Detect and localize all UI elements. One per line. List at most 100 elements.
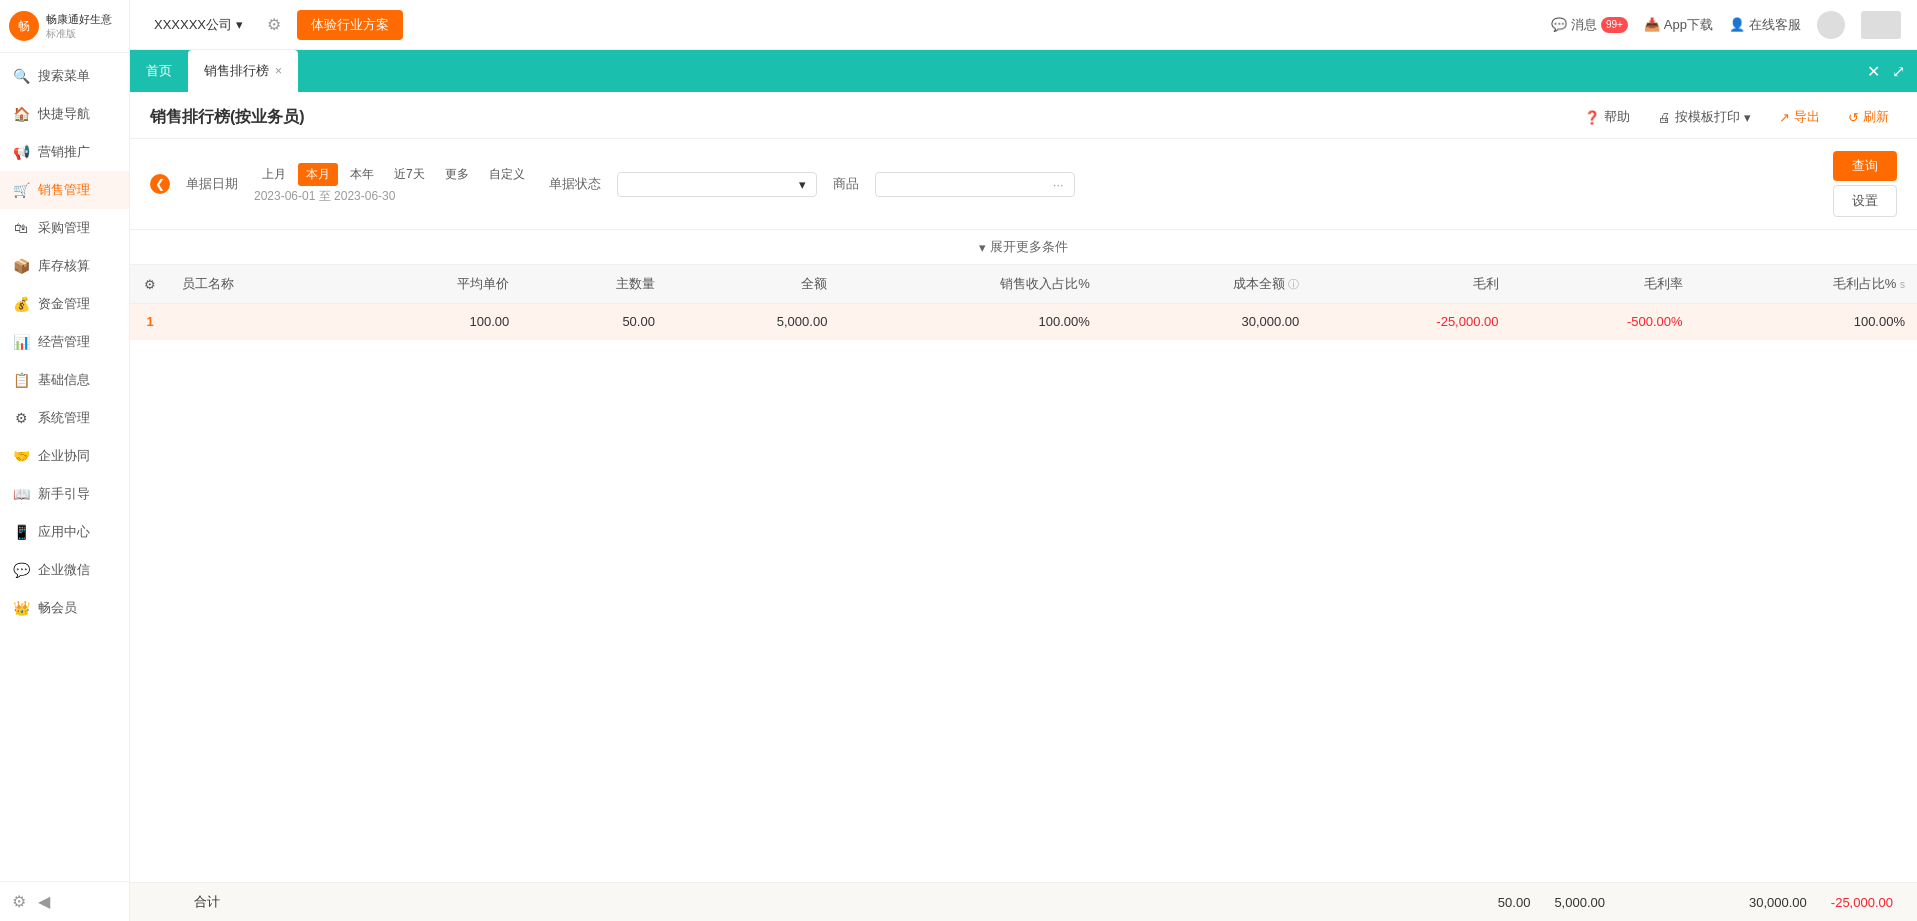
sidebar-item-search[interactable]: 🔍 搜索菜单 (0, 57, 129, 95)
sidebar-item-appstore[interactable]: 📱 应用中心 (0, 513, 129, 551)
app-name: 畅康通好生意 (46, 12, 112, 26)
download-icon: 📥 (1644, 17, 1660, 32)
system-icon: ⚙ (12, 409, 30, 427)
cost-info-icon[interactable]: ⓘ (1288, 278, 1299, 290)
sidebar-item-guide[interactable]: 📖 新手引导 (0, 475, 129, 513)
company-selector[interactable]: XXXXXX公司 ▾ (146, 12, 251, 38)
date-tabs: 上月 本月 本年 近7天 更多 自定义 (254, 163, 533, 186)
cell-name (170, 304, 346, 340)
footer-amount: 5,000.00 (1542, 895, 1617, 910)
tab-close-icon[interactable]: × (275, 64, 282, 78)
tab-home[interactable]: 首页 (130, 50, 188, 92)
sales-icon: 🛒 (12, 181, 30, 199)
date-tab-more[interactable]: 更多 (437, 163, 477, 186)
expand-icon: ▾ (979, 240, 986, 255)
help-icon: ❓ (1584, 110, 1600, 125)
purchase-icon: 🛍 (12, 219, 30, 237)
sidebar-item-system[interactable]: ⚙ 系统管理 (0, 399, 129, 437)
col-gross-rate: 毛利率 (1511, 265, 1695, 304)
sidebar-item-label: 资金管理 (38, 295, 90, 313)
export-label: 导出 (1794, 108, 1820, 126)
cell-avg-price: 100.00 (346, 304, 522, 340)
gross-pct-sup: s (1900, 279, 1905, 290)
data-table: ⚙ 员工名称 平均单价 主数量 (130, 265, 1917, 340)
sidebar-item-marketing[interactable]: 📢 营销推广 (0, 133, 129, 171)
online-service-btn[interactable]: 👤 在线客服 (1729, 16, 1801, 34)
sidebar-item-member[interactable]: 👑 畅会员 (0, 589, 129, 627)
goods-input[interactable]: ··· (875, 172, 1075, 197)
trial-button[interactable]: 体验行业方案 (297, 10, 403, 40)
sidebar: 畅 畅康通好生意 标准版 🔍 搜索菜单 🏠 快捷导航 📢 营销推广 🛒 销售管理… (0, 0, 130, 921)
app-download-btn[interactable]: 📥 App下载 (1644, 16, 1713, 34)
avatar[interactable] (1817, 11, 1845, 39)
header-right: 💬 消息 99+ 📥 App下载 👤 在线客服 (1551, 11, 1901, 39)
chevron-down-icon: ▾ (236, 17, 243, 32)
sidebar-item-finance[interactable]: 💰 资金管理 (0, 285, 129, 323)
footer-total-label: 合计 (182, 893, 232, 911)
goods-filter-label: 商品 (833, 175, 859, 193)
marketing-icon: 📢 (12, 143, 30, 161)
appstore-icon: 📱 (12, 523, 30, 541)
table-header-row: ⚙ 员工名称 平均单价 主数量 (130, 265, 1917, 304)
tab-minimize-icon[interactable]: ✕ (1863, 58, 1884, 85)
tab-sales-label: 销售排行榜 (204, 62, 269, 80)
tab-expand-icon[interactable]: ⤢ (1888, 58, 1909, 85)
refresh-btn[interactable]: ↺ 刷新 (1840, 104, 1897, 130)
service-icon: 👤 (1729, 17, 1745, 32)
query-button[interactable]: 查询 (1833, 151, 1897, 181)
date-tab-this-year[interactable]: 本年 (342, 163, 382, 186)
page-actions: ❓ 帮助 🖨 按模板打印 ▾ ↗ 导出 ↺ 刷新 (1576, 104, 1897, 130)
date-tab-this-month[interactable]: 本月 (298, 163, 338, 186)
sidebar-item-label: 畅会员 (38, 599, 77, 617)
date-filter-label: 单据日期 (186, 175, 238, 193)
sidebar-item-shortcut[interactable]: 🏠 快捷导航 (0, 95, 129, 133)
date-tab-custom[interactable]: 自定义 (481, 163, 533, 186)
tab-bar: 首页 销售排行榜 × ✕ ⤢ (130, 50, 1917, 92)
collapse-icon[interactable]: ◀ (38, 892, 50, 911)
sidebar-item-sales[interactable]: 🛒 销售管理 (0, 171, 129, 209)
table-settings-icon[interactable]: ⚙ (144, 277, 156, 292)
print-btn[interactable]: 🖨 按模板打印 ▾ (1650, 104, 1759, 130)
action-buttons: 查询 设置 (1833, 151, 1897, 217)
sidebar-item-label: 基础信息 (38, 371, 90, 389)
tab-home-label: 首页 (146, 62, 172, 80)
page-content: 销售排行榜(按业务员) ❓ 帮助 🖨 按模板打印 ▾ ↗ 导出 (130, 92, 1917, 921)
sidebar-item-operation[interactable]: 📊 经营管理 (0, 323, 129, 361)
sidebar-item-label: 营销推广 (38, 143, 90, 161)
export-icon: ↗ (1779, 110, 1790, 125)
settings-button[interactable]: 设置 (1833, 185, 1897, 217)
date-tab-7days[interactable]: 近7天 (386, 163, 433, 186)
sidebar-item-inventory[interactable]: 📦 库存核算 (0, 247, 129, 285)
tab-sales-ranking[interactable]: 销售排行榜 × (188, 50, 298, 92)
export-btn[interactable]: ↗ 导出 (1771, 104, 1828, 130)
sidebar-item-purchase[interactable]: 🛍 采购管理 (0, 209, 129, 247)
sidebar-nav: 🔍 搜索菜单 🏠 快捷导航 📢 营销推广 🛒 销售管理 🛍 采购管理 📦 库存核… (0, 53, 129, 881)
top-header: XXXXXX公司 ▾ ⚙ 体验行业方案 💬 消息 99+ 📥 App下载 👤 在… (130, 0, 1917, 50)
sidebar-item-basic[interactable]: 📋 基础信息 (0, 361, 129, 399)
cell-gross-rate: -500.00% (1511, 304, 1695, 340)
footer-gross: -25,000.00 (1819, 895, 1905, 910)
sidebar-item-label: 采购管理 (38, 219, 90, 237)
message-btn[interactable]: 💬 消息 99+ (1551, 16, 1628, 34)
collapse-arrow-btn[interactable]: ❮ (150, 174, 170, 194)
expand-row: ▾ 展开更多条件 (130, 230, 1917, 265)
help-btn[interactable]: ❓ 帮助 (1576, 104, 1638, 130)
goods-more-icon[interactable]: ··· (1053, 177, 1064, 192)
page-header: 销售排行榜(按业务员) ❓ 帮助 🖨 按模板打印 ▾ ↗ 导出 (130, 92, 1917, 139)
sidebar-item-wechat[interactable]: 💬 企业微信 (0, 551, 129, 589)
sidebar-item-label: 企业协同 (38, 447, 90, 465)
sidebar-logo: 畅 畅康通好生意 标准版 (0, 0, 129, 53)
date-tab-last-month[interactable]: 上月 (254, 163, 294, 186)
cell-main-qty: 50.00 (521, 304, 667, 340)
status-select[interactable]: ▾ (617, 172, 817, 197)
sidebar-bottom: ⚙ ◀ (0, 881, 129, 921)
col-gross-pct: 毛利占比% s (1695, 265, 1917, 304)
settings-bottom-icon[interactable]: ⚙ (12, 892, 26, 911)
refresh-icon: ↺ (1848, 110, 1859, 125)
operation-icon: 📊 (12, 333, 30, 351)
sidebar-item-label: 企业微信 (38, 561, 90, 579)
expand-conditions-btn[interactable]: ▾ 展开更多条件 (979, 238, 1068, 256)
col-settings[interactable]: ⚙ (130, 265, 170, 304)
gear-button[interactable]: ⚙ (263, 11, 285, 38)
sidebar-item-enterprise[interactable]: 🤝 企业协同 (0, 437, 129, 475)
